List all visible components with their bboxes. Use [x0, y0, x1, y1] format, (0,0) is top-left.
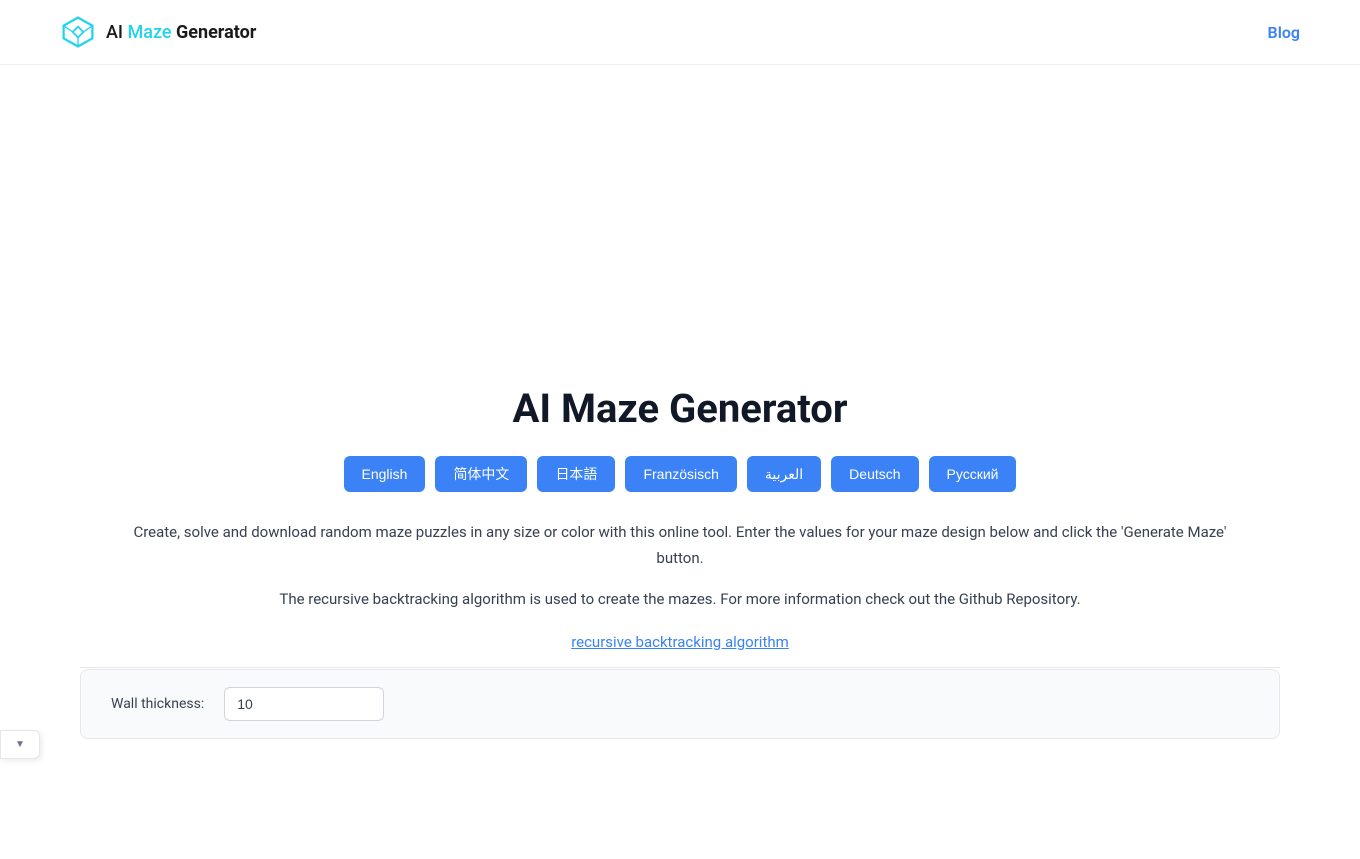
algo-description: The recursive backtracking algorithm is …: [279, 587, 1080, 613]
logo-link[interactable]: AI Maze Generator: [60, 14, 256, 50]
language-buttons-group: English 简体中文 日本語 Französisch العربية Deu…: [344, 456, 1017, 492]
blog-nav-link[interactable]: Blog: [1268, 23, 1300, 42]
lang-btn-ar[interactable]: العربية: [747, 456, 821, 492]
algo-link[interactable]: recursive backtracking algorithm: [571, 633, 789, 651]
logo-text: AI Maze Generator: [106, 22, 256, 43]
lang-btn-ja[interactable]: 日本語: [537, 456, 615, 492]
page-title: AI Maze Generator: [512, 385, 847, 432]
header: AI Maze Generator Blog: [0, 0, 1360, 65]
ad-area: [0, 65, 1360, 385]
main-content: AI Maze Generator English 简体中文 日本語 Franz…: [0, 385, 1360, 739]
lang-btn-fr[interactable]: Französisch: [625, 456, 736, 492]
divider: [80, 667, 1280, 668]
lang-btn-zh[interactable]: 简体中文: [435, 456, 527, 492]
wall-thickness-input[interactable]: [224, 687, 384, 721]
wall-thickness-label: Wall thickness:: [111, 696, 204, 712]
main-description: Create, solve and download random maze p…: [130, 520, 1230, 571]
logo-icon: [60, 14, 96, 50]
chevron-down-icon: ▼: [15, 739, 25, 750]
lang-btn-de[interactable]: Deutsch: [831, 456, 918, 492]
lang-btn-en[interactable]: English: [344, 456, 426, 492]
lang-btn-ru[interactable]: Русский: [929, 456, 1017, 492]
dropdown-widget[interactable]: ▼: [0, 730, 40, 759]
settings-panel: Wall thickness:: [80, 669, 1280, 739]
